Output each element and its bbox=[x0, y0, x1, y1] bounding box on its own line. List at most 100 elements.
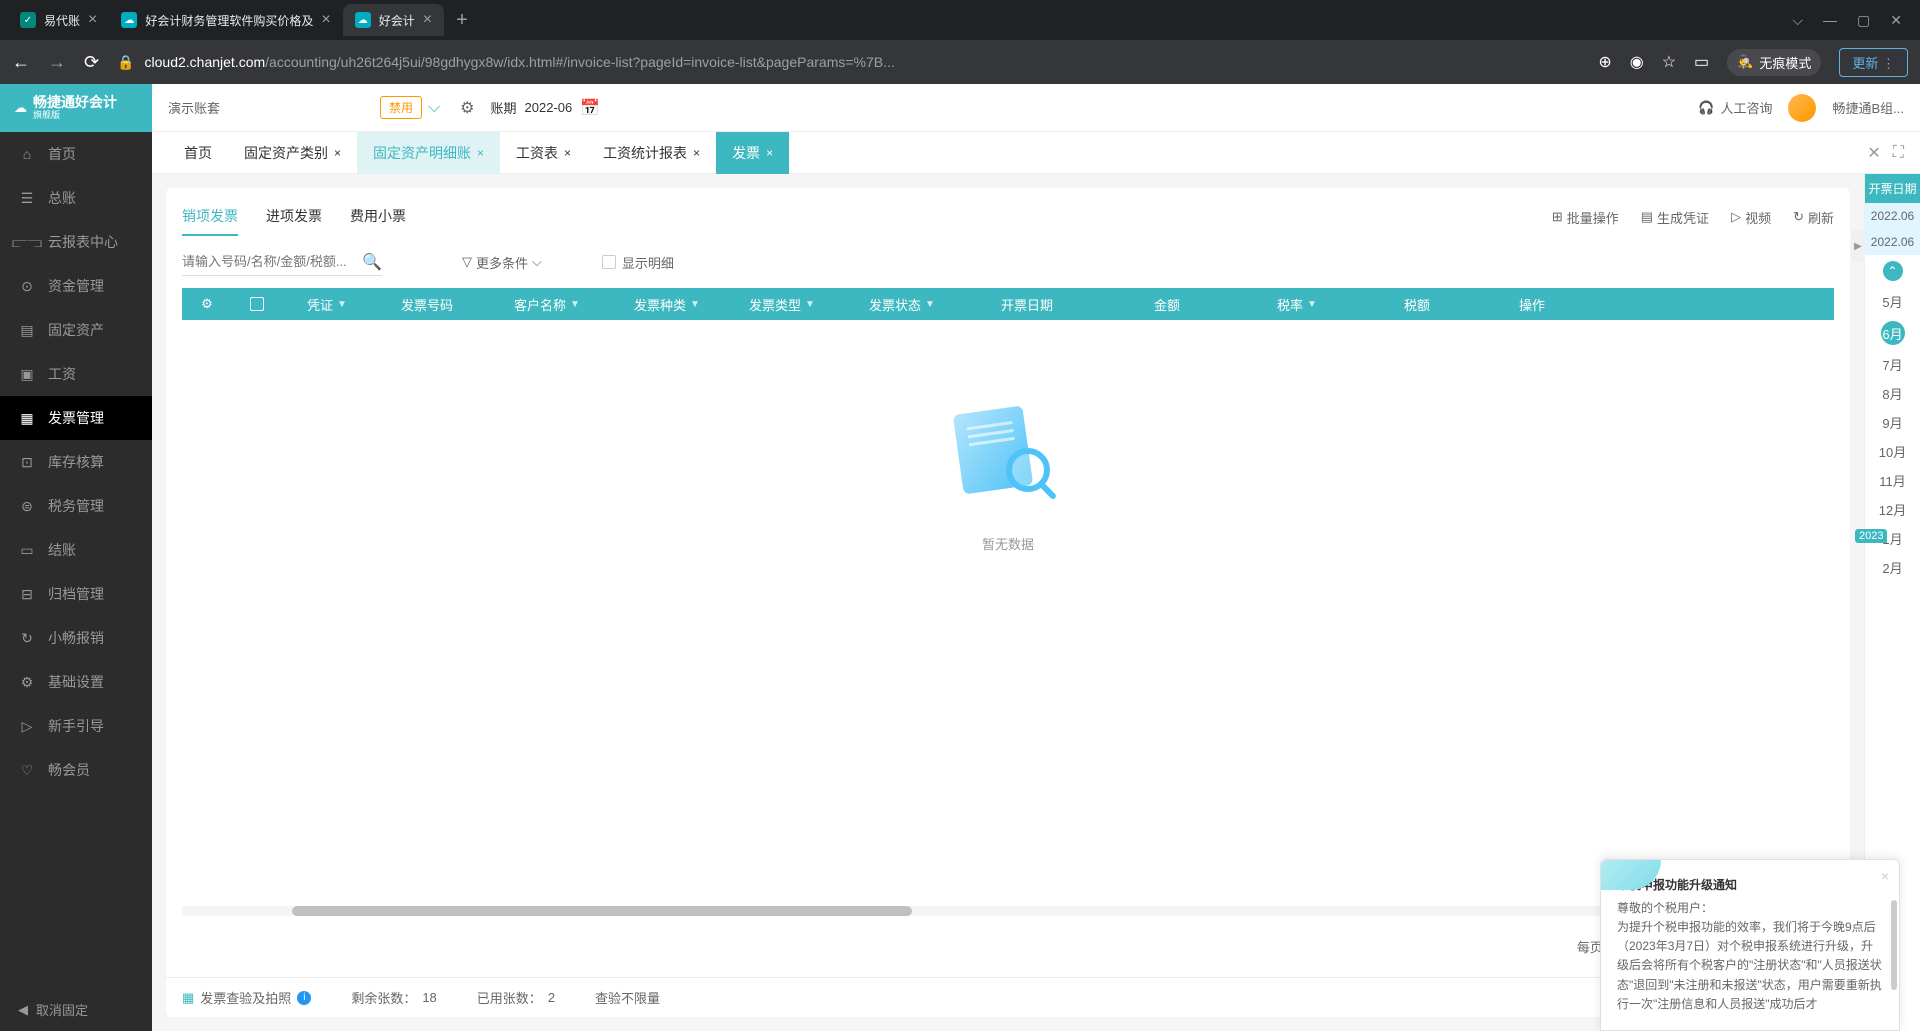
show-detail-toggle[interactable]: 显示明细 bbox=[602, 253, 674, 272]
close-icon[interactable]: × bbox=[477, 146, 484, 160]
calendar-icon[interactable]: 📅 bbox=[580, 98, 600, 118]
th-tax-rate[interactable]: 税率▼ bbox=[1242, 295, 1352, 314]
scroll-up-icon[interactable]: ⌃ bbox=[1883, 261, 1903, 281]
incognito-badge[interactable]: 🕵 无痕模式 bbox=[1727, 49, 1821, 76]
footer-check[interactable]: ▦ 发票查验及拍照 i bbox=[182, 988, 311, 1007]
minimize-icon[interactable]: — bbox=[1823, 12, 1837, 29]
date-month-9[interactable]: 9月 bbox=[1865, 408, 1920, 437]
close-icon[interactable]: × bbox=[334, 146, 341, 160]
sub-tab-expense-receipt[interactable]: 费用小票 bbox=[350, 198, 406, 236]
update-button[interactable]: 更新 ⋮ bbox=[1839, 48, 1908, 77]
chevron-down-icon[interactable]: ⌵ bbox=[1792, 12, 1803, 29]
extensions-icon[interactable]: ◉ bbox=[1630, 52, 1644, 72]
action-video[interactable]: ▷视频 bbox=[1731, 208, 1771, 227]
th-invoice-kind[interactable]: 发票种类▼ bbox=[612, 295, 722, 314]
date-month-5[interactable]: 5月 bbox=[1865, 287, 1920, 316]
browser-tab-0[interactable]: ✓ 易代账 × bbox=[8, 4, 109, 36]
th-settings[interactable]: ⚙ bbox=[182, 296, 232, 312]
browser-tab-2[interactable]: ☁ 好会计 × bbox=[343, 4, 444, 36]
account-dropdown-icon[interactable]: ⌵ bbox=[428, 99, 440, 117]
sidebar-item-archive[interactable]: ⊟归档管理 bbox=[0, 572, 152, 616]
sidebar-item-settings[interactable]: ⚙基础设置 bbox=[0, 660, 152, 704]
info-icon[interactable]: i bbox=[297, 991, 311, 1005]
maximize-icon[interactable]: ▢ bbox=[1857, 12, 1870, 29]
date-month-7[interactable]: 7月 bbox=[1865, 350, 1920, 379]
app-logo[interactable]: ☁ 畅捷通好会计 旗舰版 bbox=[0, 84, 152, 132]
sidebar-item-tax[interactable]: ⊜税务管理 bbox=[0, 484, 152, 528]
filter-icon[interactable]: ▼ bbox=[805, 299, 815, 310]
page-tab-asset-category[interactable]: 固定资产类别× bbox=[228, 132, 357, 174]
filter-icon[interactable]: ▼ bbox=[925, 299, 935, 310]
profile-icon[interactable]: ▭ bbox=[1694, 52, 1709, 72]
support-link[interactable]: 🎧 人工咨询 bbox=[1698, 98, 1772, 117]
action-batch[interactable]: ⊞批量操作 bbox=[1552, 208, 1619, 227]
date-year-from[interactable]: 2022.06 bbox=[1865, 203, 1920, 229]
date-month-10[interactable]: 10月 bbox=[1865, 437, 1920, 466]
reload-button[interactable]: ⟳ bbox=[84, 52, 99, 73]
filter-icon[interactable]: ▼ bbox=[337, 299, 347, 310]
sidebar-item-guide[interactable]: ▷新手引导 bbox=[0, 704, 152, 748]
action-generate-voucher[interactable]: ▤生成凭证 bbox=[1641, 208, 1709, 227]
close-window-icon[interactable]: ✕ bbox=[1890, 12, 1902, 29]
date-panel-collapse-icon[interactable]: ▶ bbox=[1851, 230, 1865, 262]
settings-gear-icon[interactable]: ⚙ bbox=[460, 98, 474, 118]
more-conditions-button[interactable]: ▽ 更多条件 ⌵ bbox=[462, 253, 542, 272]
close-all-tabs-icon[interactable]: ✕ bbox=[1867, 143, 1880, 163]
tab-close-1[interactable]: × bbox=[321, 11, 330, 29]
filter-icon[interactable]: ▼ bbox=[570, 299, 580, 310]
sidebar-item-ledger[interactable]: ☰总账 bbox=[0, 176, 152, 220]
horizontal-scrollbar[interactable] bbox=[182, 906, 1834, 916]
search-input[interactable] bbox=[182, 248, 382, 276]
sidebar-item-home[interactable]: ⌂首页 bbox=[0, 132, 152, 176]
th-invoice-status[interactable]: 发票状态▼ bbox=[842, 295, 962, 314]
sub-tab-purchase-invoice[interactable]: 进项发票 bbox=[266, 198, 322, 236]
page-tab-salary-stats[interactable]: 工资统计报表× bbox=[587, 132, 716, 174]
sidebar-item-reports[interactable]: ⫍⫎云报表中心 bbox=[0, 220, 152, 264]
bookmark-icon[interactable]: ☆ bbox=[1662, 52, 1676, 72]
new-tab-button[interactable]: + bbox=[444, 9, 480, 32]
filter-icon[interactable]: ▼ bbox=[1307, 299, 1317, 310]
th-invoice-type[interactable]: 发票类型▼ bbox=[722, 295, 842, 314]
date-month-6[interactable]: 6月 bbox=[1865, 316, 1920, 350]
date-month-2[interactable]: 2月 bbox=[1865, 553, 1920, 582]
sub-tab-sales-invoice[interactable]: 销项发票 bbox=[182, 198, 238, 236]
sidebar-item-salary[interactable]: ▣工资 bbox=[0, 352, 152, 396]
sidebar-item-expense[interactable]: ↻小畅报销 bbox=[0, 616, 152, 660]
sidebar-item-member[interactable]: ♡畅会员 bbox=[0, 748, 152, 792]
tab-close-2[interactable]: × bbox=[423, 11, 432, 29]
address-bar[interactable]: 🔒 cloud2.chanjet.com /accounting/uh26t26… bbox=[117, 54, 1580, 71]
account-name[interactable]: 演示账套 bbox=[168, 98, 220, 117]
sidebar-item-assets[interactable]: ▤固定资产 bbox=[0, 308, 152, 352]
date-month-12[interactable]: 12月 bbox=[1865, 495, 1920, 524]
page-tab-asset-detail[interactable]: 固定资产明细账× bbox=[357, 132, 500, 174]
page-tab-salary-sheet[interactable]: 工资表× bbox=[500, 132, 587, 174]
th-checkbox[interactable] bbox=[232, 297, 282, 311]
sidebar-item-invoice[interactable]: ▦发票管理 bbox=[0, 396, 152, 440]
sidebar-item-funds[interactable]: ⊙资金管理 bbox=[0, 264, 152, 308]
forward-button[interactable]: → bbox=[48, 52, 66, 73]
close-icon[interactable]: × bbox=[766, 146, 773, 160]
action-refresh[interactable]: ↻刷新 bbox=[1793, 208, 1834, 227]
search-icon[interactable]: 🔍 bbox=[362, 252, 382, 272]
notification-close-icon[interactable]: × bbox=[1881, 868, 1889, 884]
tab-close-0[interactable]: × bbox=[88, 11, 97, 29]
checkbox-icon[interactable] bbox=[250, 297, 264, 311]
fullscreen-icon[interactable]: ⛶ bbox=[1893, 144, 1904, 162]
th-customer[interactable]: 客户名称▼ bbox=[482, 295, 612, 314]
checkbox-icon[interactable] bbox=[602, 255, 616, 269]
scrollbar-thumb[interactable] bbox=[292, 906, 912, 916]
filter-icon[interactable]: ▼ bbox=[690, 299, 700, 310]
sidebar-unpin[interactable]: ◀ 取消固定 bbox=[0, 988, 152, 1031]
notification-scrollbar[interactable] bbox=[1891, 900, 1897, 990]
page-tab-home[interactable]: 首页 bbox=[168, 132, 228, 174]
browser-tab-1[interactable]: ☁ 好会计财务管理软件购买价格及 × bbox=[109, 4, 342, 36]
date-month-11[interactable]: 11月 bbox=[1865, 466, 1920, 495]
zoom-icon[interactable]: ⊕ bbox=[1598, 52, 1611, 72]
back-button[interactable]: ← bbox=[12, 52, 30, 73]
close-icon[interactable]: × bbox=[564, 146, 571, 160]
sidebar-item-inventory[interactable]: ⊡库存核算 bbox=[0, 440, 152, 484]
user-avatar[interactable] bbox=[1788, 94, 1816, 122]
date-month-8[interactable]: 8月 bbox=[1865, 379, 1920, 408]
sidebar-item-closing[interactable]: ▭结账 bbox=[0, 528, 152, 572]
page-tab-invoice[interactable]: 发票× bbox=[716, 132, 789, 174]
